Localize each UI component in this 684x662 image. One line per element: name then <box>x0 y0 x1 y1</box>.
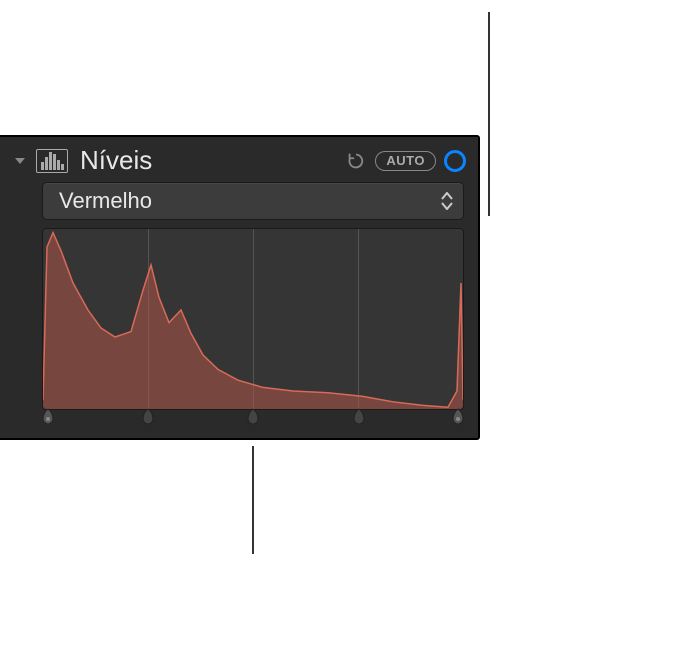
levels-panel: Níveis AUTO Vermelho <box>0 135 480 440</box>
disclosure-triangle-icon[interactable] <box>12 153 28 169</box>
histogram[interactable] <box>42 228 464 410</box>
panel-title: Níveis <box>80 145 337 176</box>
auto-button[interactable]: AUTO <box>375 151 436 171</box>
levels-icon <box>36 149 68 173</box>
levels-handle[interactable] <box>352 408 366 426</box>
callout-line-top <box>488 12 490 216</box>
panel-header: Níveis AUTO <box>0 137 478 182</box>
levels-handle[interactable] <box>141 408 155 426</box>
handle-track <box>42 408 464 432</box>
histogram-area <box>42 228 464 432</box>
callout-line-bottom <box>252 446 254 554</box>
levels-handle[interactable] <box>246 408 260 426</box>
levels-handle[interactable] <box>451 408 465 426</box>
popup-stepper-icon <box>441 192 453 210</box>
channel-popup[interactable]: Vermelho <box>42 182 464 220</box>
enable-toggle[interactable] <box>444 150 466 172</box>
reset-undo-icon[interactable] <box>345 150 367 172</box>
channel-popup-label: Vermelho <box>59 188 152 214</box>
levels-handle[interactable] <box>41 408 55 426</box>
